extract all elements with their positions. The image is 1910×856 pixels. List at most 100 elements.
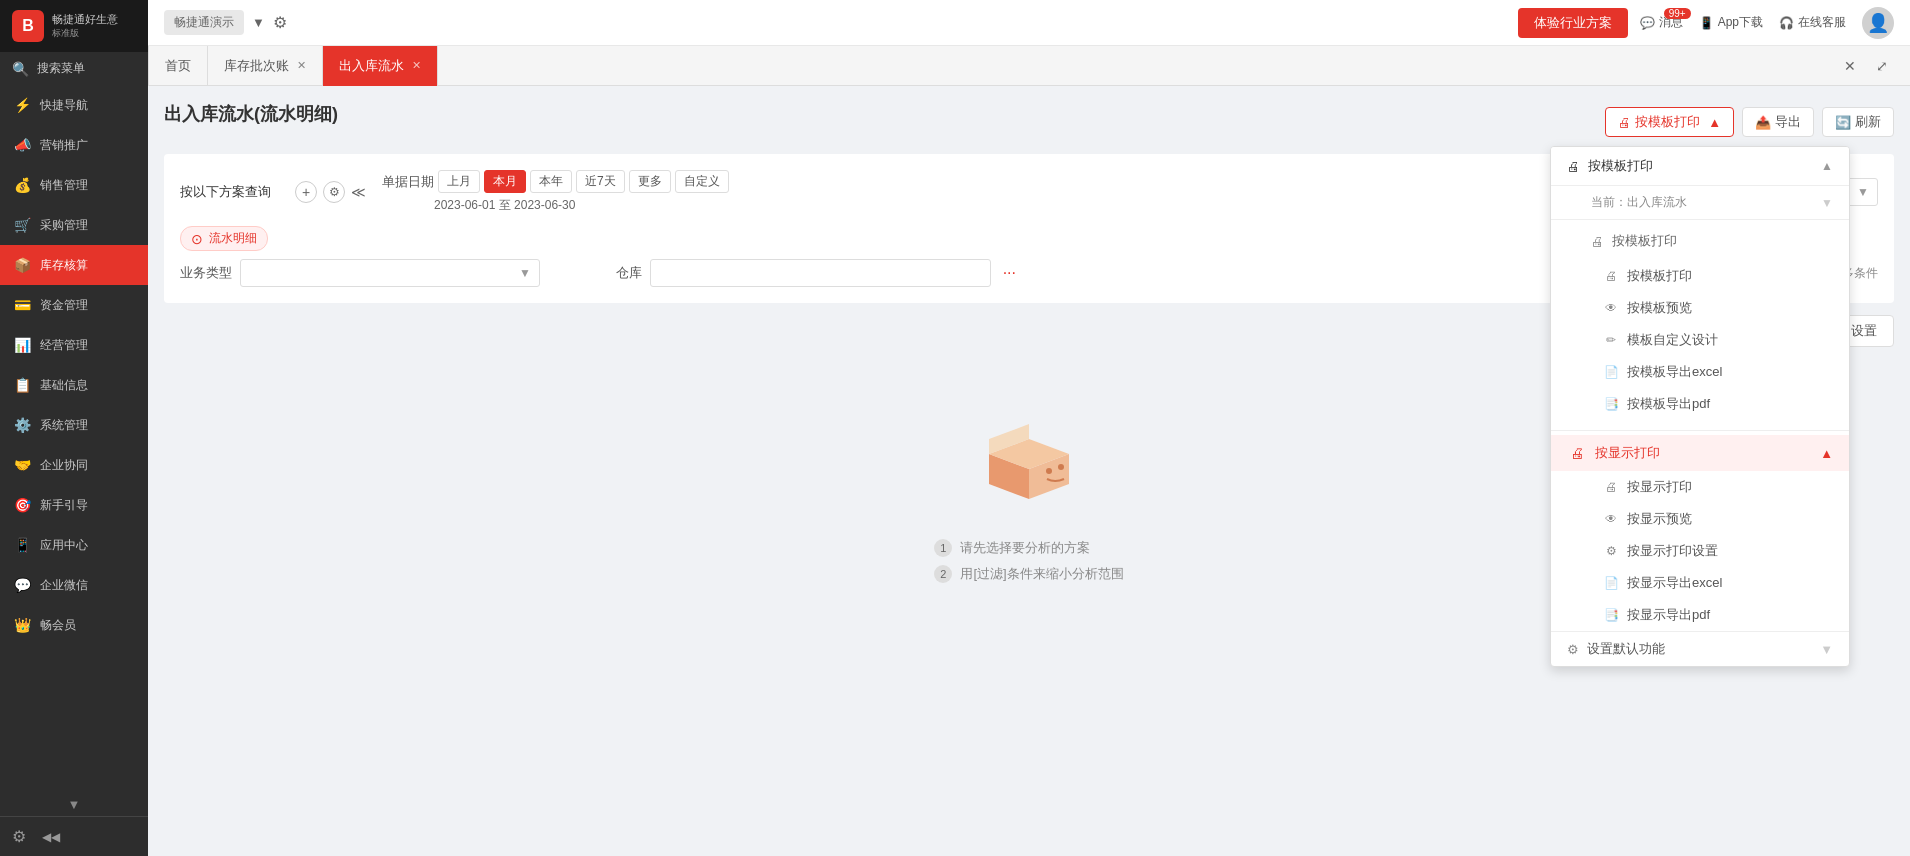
- sidebar-item-quick-nav[interactable]: ⚡ 快捷导航: [0, 85, 148, 125]
- sidebar-item-app-center[interactable]: 📱 应用中心: [0, 525, 148, 565]
- template-preview-item[interactable]: 👁 按模板预览: [1551, 292, 1849, 324]
- tab-batch-account[interactable]: 库存批次账 ✕: [208, 46, 323, 86]
- sidebar-item-marketing[interactable]: 📣 营销推广: [0, 125, 148, 165]
- print-dropdown-header: 🖨 按模板打印 ▲: [1551, 147, 1849, 186]
- sidebar-item-purchase[interactable]: 🛒 采购管理: [0, 205, 148, 245]
- display-print-items: 🖨 按显示打印 👁 按显示预览 ⚙ 按显示打印设置 📄: [1551, 471, 1849, 631]
- display-print-header[interactable]: 🖨 按显示打印 ▲: [1551, 435, 1849, 471]
- date-range: 2023-06-01 至 2023-06-30: [434, 197, 729, 214]
- refresh-icon: 🔄: [1835, 115, 1851, 130]
- sidebar-item-member[interactable]: 👑 畅会员: [0, 605, 148, 645]
- export-btn[interactable]: 📤 导出: [1742, 107, 1814, 137]
- footer-arrow: ▼: [1820, 642, 1833, 657]
- sidebar-item-finance[interactable]: 💳 资金管理: [0, 285, 148, 325]
- empty-steps: 1 请先选择要分析的方案 2 用[过滤]条件来缩小分析范围: [934, 539, 1123, 591]
- footer-settings-icon: ⚙: [1567, 642, 1579, 657]
- print-dropdown: 🖨 按模板打印 ▲ 当前：出入库流水 ▼ 🖨 按模板打印: [1550, 146, 1850, 667]
- sidebar-item-operations[interactable]: 📊 经营管理: [0, 325, 148, 365]
- date-btn-this-year[interactable]: 本年: [530, 170, 572, 193]
- print-dropdown-collapse[interactable]: ▲: [1821, 159, 1833, 173]
- print-footer-btn[interactable]: ⚙ 设置默认功能 ▼: [1551, 631, 1849, 666]
- step-num-2: 2: [934, 565, 952, 583]
- warehouse-field: 仓库 ···: [616, 259, 1016, 287]
- current-arrow: ▼: [1821, 196, 1833, 210]
- display-print-collapse: ▲: [1820, 446, 1833, 461]
- print-divider: [1551, 430, 1849, 431]
- guide-icon: 🎯: [12, 495, 32, 515]
- current-selection: 当前：出入库流水 ▼: [1551, 186, 1849, 220]
- sidebar-settings-icon[interactable]: ⚙: [12, 827, 26, 846]
- online-service-btn[interactable]: 🎧 在线客服: [1779, 14, 1846, 31]
- user-section: 畅捷通演示 ▼ ⚙: [164, 10, 1506, 35]
- template-print-icon: 🖨: [1591, 234, 1604, 249]
- date-btn-this-month[interactable]: 本月: [484, 170, 526, 193]
- basic-info-icon: 📋: [12, 375, 32, 395]
- search-menu[interactable]: 🔍 搜索菜单: [0, 52, 148, 85]
- print-icon: 🖨: [1618, 115, 1631, 130]
- template-customize-item[interactable]: ✏ 模板自定义设计: [1551, 324, 1849, 356]
- sidebar-item-system[interactable]: ⚙️ 系统管理: [0, 405, 148, 445]
- tab-home[interactable]: 首页: [148, 46, 208, 86]
- template-export-pdf-item[interactable]: 📑 按模板导出pdf: [1551, 388, 1849, 420]
- date-btn-more[interactable]: 更多: [629, 170, 671, 193]
- sidebar-scroll-down[interactable]: ▼: [0, 792, 148, 816]
- display-print-icon: 🖨: [1603, 479, 1619, 495]
- refresh-btn[interactable]: 🔄 刷新: [1822, 107, 1894, 137]
- date-btn-last-month[interactable]: 上月: [438, 170, 480, 193]
- user-info[interactable]: 畅捷通演示: [164, 10, 244, 35]
- template-customize-icon: ✏: [1603, 332, 1619, 348]
- warehouse-more-btn[interactable]: ···: [1003, 264, 1016, 282]
- svg-point-5: [1058, 464, 1064, 470]
- user-avatar[interactable]: 👤: [1862, 7, 1894, 39]
- cooperation-icon: 🤝: [12, 455, 32, 475]
- tab-batch-account-close[interactable]: ✕: [297, 59, 306, 72]
- sidebar-collapse-icon[interactable]: ◀◀: [42, 830, 60, 844]
- display-preview-icon: 👁: [1603, 511, 1619, 527]
- sidebar-item-cooperation[interactable]: 🤝 企业协同: [0, 445, 148, 485]
- page-header-actions: 🖨 按模板打印 ▲ 📤 导出 🔄 刷新: [1605, 107, 1894, 137]
- sidebar-item-inventory[interactable]: 📦 库存核算: [0, 245, 148, 285]
- member-icon: 👑: [12, 615, 32, 635]
- display-print-item[interactable]: 🖨 按显示打印: [1551, 471, 1849, 503]
- inventory-icon: 📦: [12, 255, 32, 275]
- date-btn-custom[interactable]: 自定义: [675, 170, 729, 193]
- filter-collapse-btn[interactable]: ≪: [351, 184, 366, 200]
- empty-illustration: [979, 419, 1079, 519]
- export-icon: 📤: [1755, 115, 1771, 130]
- user-dropdown-icon[interactable]: ▼: [252, 15, 265, 30]
- svg-point-4: [1046, 468, 1052, 474]
- business-type-input[interactable]: ▼: [240, 259, 540, 287]
- display-export-pdf-item[interactable]: 📑 按显示导出pdf: [1551, 599, 1849, 631]
- display-print-settings-item[interactable]: ⚙ 按显示打印设置: [1551, 535, 1849, 567]
- template-print-header[interactable]: 🖨 按模板打印: [1551, 224, 1849, 258]
- sidebar-item-basic-info[interactable]: 📋 基础信息: [0, 365, 148, 405]
- warehouse-input[interactable]: [650, 259, 991, 287]
- filter-settings-btn[interactable]: ⚙: [323, 181, 345, 203]
- topbar-settings-icon[interactable]: ⚙: [273, 13, 287, 32]
- tab-flow[interactable]: 出入库流水 ✕: [323, 46, 438, 86]
- tabs-bar: 首页 库存批次账 ✕ 出入库流水 ✕ ✕ ⤢: [148, 46, 1910, 86]
- sidebar-bottom: ⚙ ◀◀: [0, 816, 148, 856]
- messages-btn[interactable]: 💬 消息 99+: [1640, 14, 1683, 31]
- sidebar-item-wechat[interactable]: 💬 企业微信: [0, 565, 148, 605]
- template-export-excel-item[interactable]: 📄 按模板导出excel: [1551, 356, 1849, 388]
- date-filter-label: 单据日期: [382, 173, 434, 191]
- sales-icon: 💰: [12, 175, 32, 195]
- trial-button[interactable]: 体验行业方案: [1518, 8, 1628, 38]
- display-preview-item[interactable]: 👁 按显示预览: [1551, 503, 1849, 535]
- print-btn[interactable]: 🖨 按模板打印 ▲: [1605, 107, 1734, 137]
- system-icon: ⚙️: [12, 415, 32, 435]
- filter-add-btn[interactable]: +: [295, 181, 317, 203]
- app-download-btn[interactable]: 📱 App下载: [1699, 14, 1763, 31]
- print-dropdown-arrow: ▲: [1708, 115, 1721, 130]
- window-close-btn[interactable]: ✕: [1838, 54, 1862, 78]
- tab-flow-close[interactable]: ✕: [412, 59, 421, 72]
- display-export-excel-item[interactable]: 📄 按显示导出excel: [1551, 567, 1849, 599]
- date-btn-7days[interactable]: 近7天: [576, 170, 625, 193]
- sidebar-item-guide[interactable]: 🎯 新手引导: [0, 485, 148, 525]
- sidebar-item-sales[interactable]: 💰 销售管理: [0, 165, 148, 205]
- template-export-pdf-icon: 📑: [1603, 396, 1619, 412]
- filter-scheme-tag[interactable]: ⊙ 流水明细: [180, 226, 268, 251]
- template-print-item[interactable]: 🖨 按模板打印: [1551, 260, 1849, 292]
- window-expand-btn[interactable]: ⤢: [1870, 54, 1894, 78]
